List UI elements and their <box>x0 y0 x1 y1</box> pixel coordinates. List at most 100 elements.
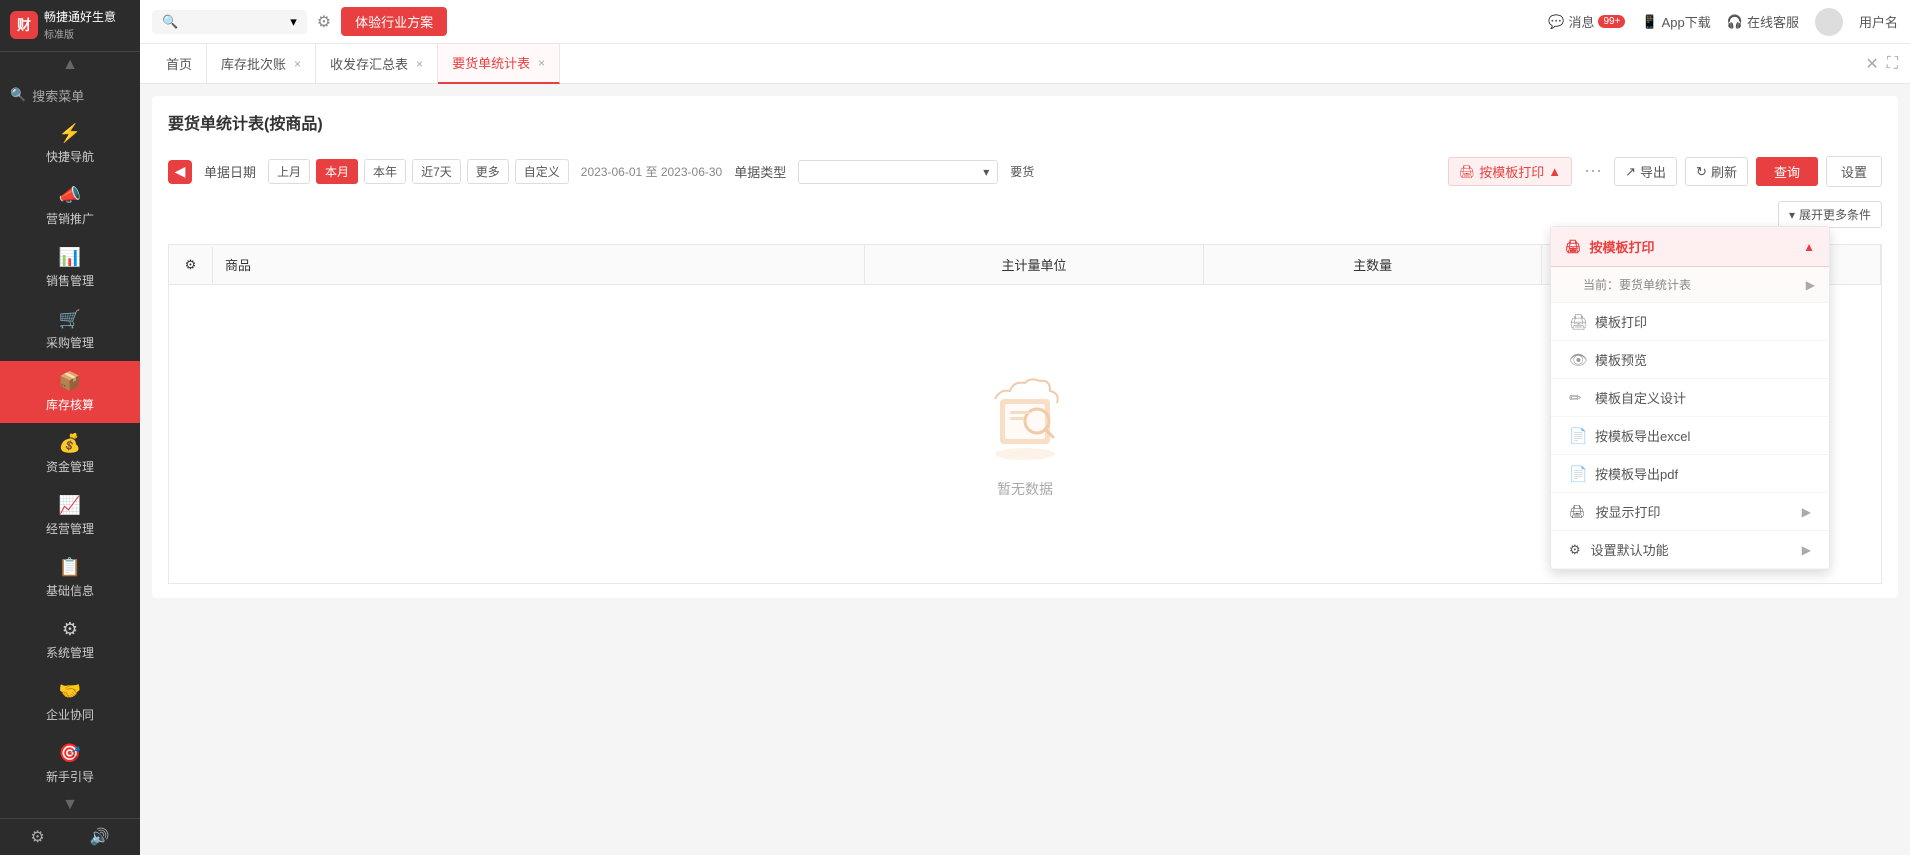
refresh-icon: ↻ <box>1696 164 1707 180</box>
topbar-search-area[interactable]: 🔍 ▾ <box>152 10 307 34</box>
page-content: 要货单统计表(按商品) ◀ 单据日期 上月 本月 本年 近7天 更多 自定义 2… <box>140 84 1910 855</box>
date-btn-this-year[interactable]: 本年 <box>364 159 406 184</box>
sidebar-item-system[interactable]: ⚙ 系统管理 <box>0 609 140 671</box>
message-icon: 💬 <box>1548 14 1564 30</box>
dropdown-item-export-excel[interactable]: 📄 按模板导出excel <box>1551 417 1829 455</box>
headset-icon: 🎧 <box>1727 14 1743 30</box>
tab-batch-account[interactable]: 库存批次账 × <box>207 44 316 84</box>
trial-button[interactable]: 体验行业方案 <box>341 7 447 36</box>
tab-order-stats-close[interactable]: × <box>538 56 545 70</box>
settings-bottom-icon[interactable]: ⚙ <box>30 827 44 847</box>
export-btn[interactable]: ↗ 导出 <box>1614 157 1677 186</box>
topbar-search-input[interactable] <box>184 14 284 29</box>
page-title: 要货单统计表(按商品) <box>168 110 1882 134</box>
more-options-btn[interactable]: ⋯ <box>1580 161 1606 182</box>
tab-order-stats[interactable]: 要货单统计表 × <box>438 44 560 84</box>
dropdown-collapse-icon[interactable]: ▲ <box>1803 240 1815 254</box>
topbar-right: 💬 消息 99+ 📱 App下载 🎧 在线客服 用户名 <box>1548 8 1898 36</box>
app-name-block: 畅捷通好生意 标准版 <box>44 10 116 41</box>
tab-home[interactable]: 首页 <box>152 44 207 84</box>
date-range-display: 2023-06-01 至 2023-06-30 <box>581 163 722 180</box>
tab-receipt-summary[interactable]: 收发存汇总表 × <box>316 44 438 84</box>
settings-button[interactable]: 设置 <box>1826 156 1882 187</box>
dropdown-current-item[interactable]: 当前：要货单统计表 ▶ <box>1551 267 1829 303</box>
sidebar-item-inventory[interactable]: 📦 库存核算 <box>0 361 140 423</box>
dropdown-item-template-design[interactable]: ✏ 模板自定义设计 <box>1551 379 1829 417</box>
app-version: 标准版 <box>44 26 116 41</box>
dropdown-item-export-pdf[interactable]: 📄 按模板导出pdf <box>1551 455 1829 493</box>
expand-more-label: 展开更多条件 <box>1799 206 1871 223</box>
sidebar-item-marketing[interactable]: 📣 营销推广 <box>0 175 140 237</box>
order-type-select[interactable]: ▾ <box>798 160 998 184</box>
chevron-right-icon: ▶ <box>1806 278 1815 292</box>
app-download-group[interactable]: 📱 App下载 <box>1641 12 1710 31</box>
order-goods-label: 要货 <box>1010 163 1034 180</box>
sidebar-item-quick-nav[interactable]: ⚡ 快捷导航 <box>0 113 140 175</box>
sidebar-item-sales[interactable]: 📊 销售管理 <box>0 237 140 299</box>
online-service-label: 在线客服 <box>1747 12 1799 31</box>
export-pdf-icon: 📄 <box>1569 465 1585 483</box>
tab-expand-icon[interactable]: ⛶ <box>1887 55 1898 73</box>
order-type-label: 单据类型 <box>734 162 786 181</box>
sidebar-item-label: 基础信息 <box>46 582 94 599</box>
message-group[interactable]: 💬 消息 99+ <box>1548 12 1625 31</box>
sidebar-item-business[interactable]: 📈 经营管理 <box>0 485 140 547</box>
search-icon: 🔍 <box>10 87 26 103</box>
message-label: 消息 <box>1568 12 1594 31</box>
sidebar-item-enterprise[interactable]: 🤝 企业协同 <box>0 671 140 733</box>
query-button[interactable]: 查询 <box>1756 157 1818 186</box>
th-product: 商品 <box>213 245 865 284</box>
sidebar-search[interactable]: 🔍 搜索菜单 <box>0 78 140 113</box>
dropdown-item-label: 设置默认功能 <box>1591 540 1669 559</box>
expand-more-btn[interactable]: ▾ 展开更多条件 <box>1778 201 1882 228</box>
sidebar-item-guide[interactable]: 🎯 新手引导 <box>0 733 140 792</box>
date-btn-last-month[interactable]: 上月 <box>268 159 310 184</box>
dropdown-header[interactable]: 🖨 按模板打印 ▲ <box>1551 227 1829 267</box>
filter-collapse-btn[interactable]: ◀ <box>168 160 192 184</box>
guide-icon: 🎯 <box>59 743 81 764</box>
quick-nav-icon: ⚡ <box>59 123 81 144</box>
tab-receipt-summary-close[interactable]: × <box>416 57 423 71</box>
dropdown-current-label: 当前：要货单统计表 <box>1583 276 1691 293</box>
tab-batch-account-close[interactable]: × <box>294 57 301 71</box>
print-btn[interactable]: 🖨 按模板打印 ▲ <box>1448 157 1572 186</box>
sidebar-item-basic[interactable]: 📋 基础信息 <box>0 547 140 609</box>
sidebar-nav: ⚡ 快捷导航 📣 营销推广 📊 销售管理 🛒 采购管理 📦 库存核算 💰 资金管… <box>0 113 140 792</box>
basic-icon: 📋 <box>59 557 81 578</box>
purchase-icon: 🛒 <box>59 309 81 330</box>
date-btn-7days[interactable]: 近7天 <box>412 159 461 184</box>
refresh-label: 刷新 <box>1711 162 1737 181</box>
sidebar-item-label: 采购管理 <box>46 334 94 351</box>
dropdown-item-label: 按模板导出pdf <box>1595 464 1678 483</box>
online-service-group[interactable]: 🎧 在线客服 <box>1727 12 1799 31</box>
sidebar-scroll-down[interactable]: ▼ <box>0 792 140 818</box>
date-btn-custom[interactable]: 自定义 <box>515 159 569 184</box>
sidebar-item-finance[interactable]: 💰 资金管理 <box>0 423 140 485</box>
dropdown-item-set-default[interactable]: ⚙ 设置默认功能 ▶ <box>1551 531 1829 569</box>
dropdown-print-icon: 🖨 <box>1565 239 1582 255</box>
th-gear[interactable]: ⚙ <box>169 247 213 283</box>
main-area: 🔍 ▾ ⚙ 体验行业方案 💬 消息 99+ 📱 App下载 🎧 在线客服 用户名 <box>140 0 1910 855</box>
set-default-left: ⚙ 设置默认功能 <box>1569 540 1669 559</box>
template-print-icon: 🖨 <box>1569 313 1585 331</box>
chevron-right-icon: ▶ <box>1802 505 1811 519</box>
empty-text: 暂无数据 <box>997 479 1053 499</box>
sidebar-item-label: 经营管理 <box>46 520 94 537</box>
tab-order-stats-label: 要货单统计表 <box>452 53 530 72</box>
enterprise-icon: 🤝 <box>59 681 81 702</box>
tab-close-all-icon[interactable]: ✕ <box>1865 54 1878 74</box>
dropdown-item-label: 按显示打印 <box>1596 502 1661 521</box>
refresh-btn[interactable]: ↻ 刷新 <box>1685 157 1748 186</box>
dropdown-item-template-print[interactable]: 🖨 模板打印 <box>1551 303 1829 341</box>
dropdown-item-template-preview[interactable]: 👁 模板预览 <box>1551 341 1829 379</box>
speaker-icon[interactable]: 🔊 <box>90 827 110 847</box>
date-btn-more[interactable]: 更多 <box>467 159 509 184</box>
sidebar-item-purchase[interactable]: 🛒 采购管理 <box>0 299 140 361</box>
dropdown-item-display-print[interactable]: 🖨 按显示打印 ▶ <box>1551 493 1829 531</box>
th-quantity: 主数量 <box>1204 245 1543 284</box>
date-btn-this-month[interactable]: 本月 <box>316 159 358 184</box>
empty-illustration <box>975 369 1075 469</box>
sidebar-scroll-up[interactable]: ▲ <box>0 52 140 78</box>
topbar-gear-icon[interactable]: ⚙ <box>317 12 331 32</box>
avatar[interactable] <box>1815 8 1843 36</box>
